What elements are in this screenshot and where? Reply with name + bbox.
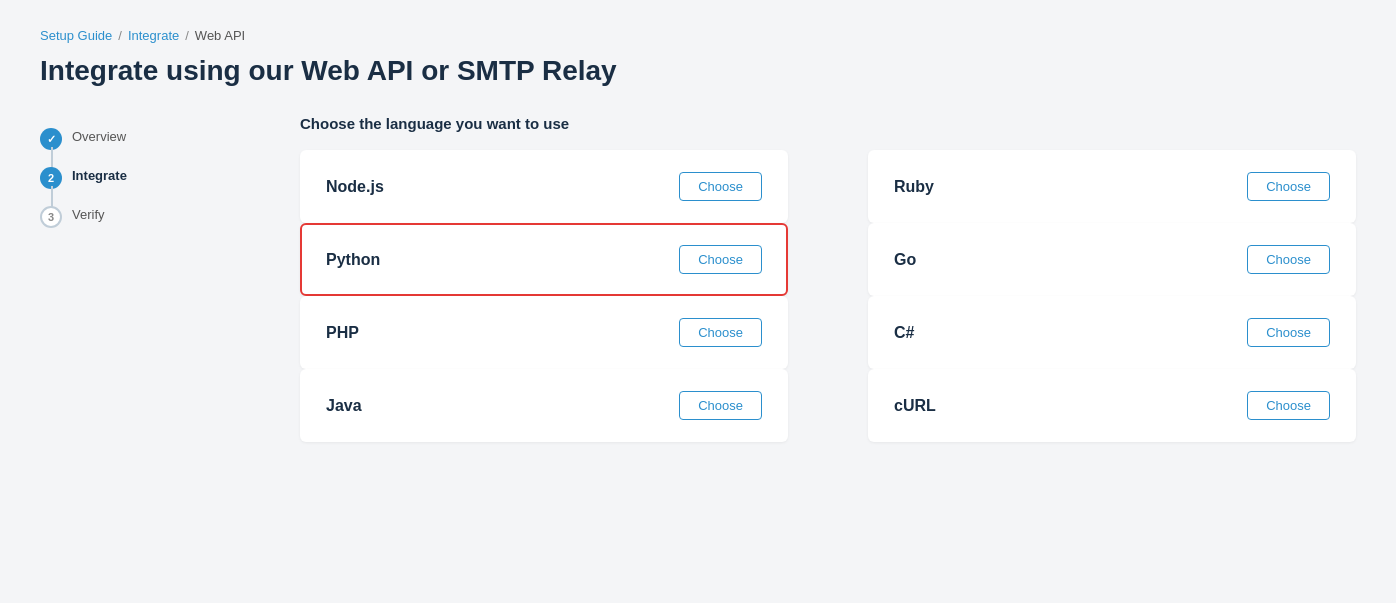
language-card-go: Go Choose <box>868 223 1356 296</box>
breadcrumb: Setup Guide / Integrate / Web API <box>40 28 1356 43</box>
breadcrumb-sep-2: / <box>185 28 189 43</box>
step-label-integrate: Integrate <box>72 166 127 183</box>
language-card-nodejs: Node.js Choose <box>300 150 788 223</box>
language-name: cURL <box>894 397 936 415</box>
language-name: Node.js <box>326 178 384 196</box>
breadcrumb-sep-1: / <box>118 28 122 43</box>
left-column: Node.js Choose Python Choose PHP Choose … <box>300 150 788 442</box>
step-circle-verify: 3 <box>40 206 62 228</box>
sidebar: ✓ Overview 2 Integrate 3 Verify <box>40 115 220 442</box>
sidebar-item-verify[interactable]: 3 Verify <box>40 197 220 236</box>
main-content: Choose the language you want to use Node… <box>220 115 1356 442</box>
breadcrumb-web-api: Web API <box>195 28 245 43</box>
breadcrumb-setup-guide[interactable]: Setup Guide <box>40 28 112 43</box>
language-name: Java <box>326 397 362 415</box>
breadcrumb-integrate[interactable]: Integrate <box>128 28 179 43</box>
choose-button-c[interactable]: Choose <box>1247 318 1330 347</box>
step-label-overview: Overview <box>72 127 126 144</box>
step-label-verify: Verify <box>72 205 105 222</box>
language-card-c: C# Choose <box>868 296 1356 369</box>
choose-button-php[interactable]: Choose <box>679 318 762 347</box>
choose-button-nodejs[interactable]: Choose <box>679 172 762 201</box>
language-name: Ruby <box>894 178 934 196</box>
choose-button-ruby[interactable]: Choose <box>1247 172 1330 201</box>
language-card-php: PHP Choose <box>300 296 788 369</box>
choose-button-go[interactable]: Choose <box>1247 245 1330 274</box>
language-name: Go <box>894 251 916 269</box>
content-area: ✓ Overview 2 Integrate 3 Verify Choose t… <box>40 115 1356 442</box>
choose-button-python[interactable]: Choose <box>679 245 762 274</box>
language-card-curl: cURL Choose <box>868 369 1356 442</box>
languages-grid: Node.js Choose Python Choose PHP Choose … <box>300 150 1356 442</box>
language-card-java: Java Choose <box>300 369 788 442</box>
sidebar-item-integrate[interactable]: 2 Integrate <box>40 158 220 197</box>
language-name: C# <box>894 324 914 342</box>
choose-button-curl[interactable]: Choose <box>1247 391 1330 420</box>
step-circle-overview: ✓ <box>40 128 62 150</box>
page-wrapper: Setup Guide / Integrate / Web API Integr… <box>0 0 1396 470</box>
choose-button-java[interactable]: Choose <box>679 391 762 420</box>
language-card-ruby: Ruby Choose <box>868 150 1356 223</box>
right-column: Ruby Choose Go Choose C# Choose cURL Cho… <box>868 150 1356 442</box>
sidebar-steps: ✓ Overview 2 Integrate 3 Verify <box>40 119 220 236</box>
language-name: Python <box>326 251 380 269</box>
language-name: PHP <box>326 324 359 342</box>
step-circle-integrate: 2 <box>40 167 62 189</box>
page-title: Integrate using our Web API or SMTP Rela… <box>40 55 1356 87</box>
section-title: Choose the language you want to use <box>300 115 1356 132</box>
sidebar-item-overview[interactable]: ✓ Overview <box>40 119 220 158</box>
language-card-python: Python Choose <box>300 223 788 296</box>
